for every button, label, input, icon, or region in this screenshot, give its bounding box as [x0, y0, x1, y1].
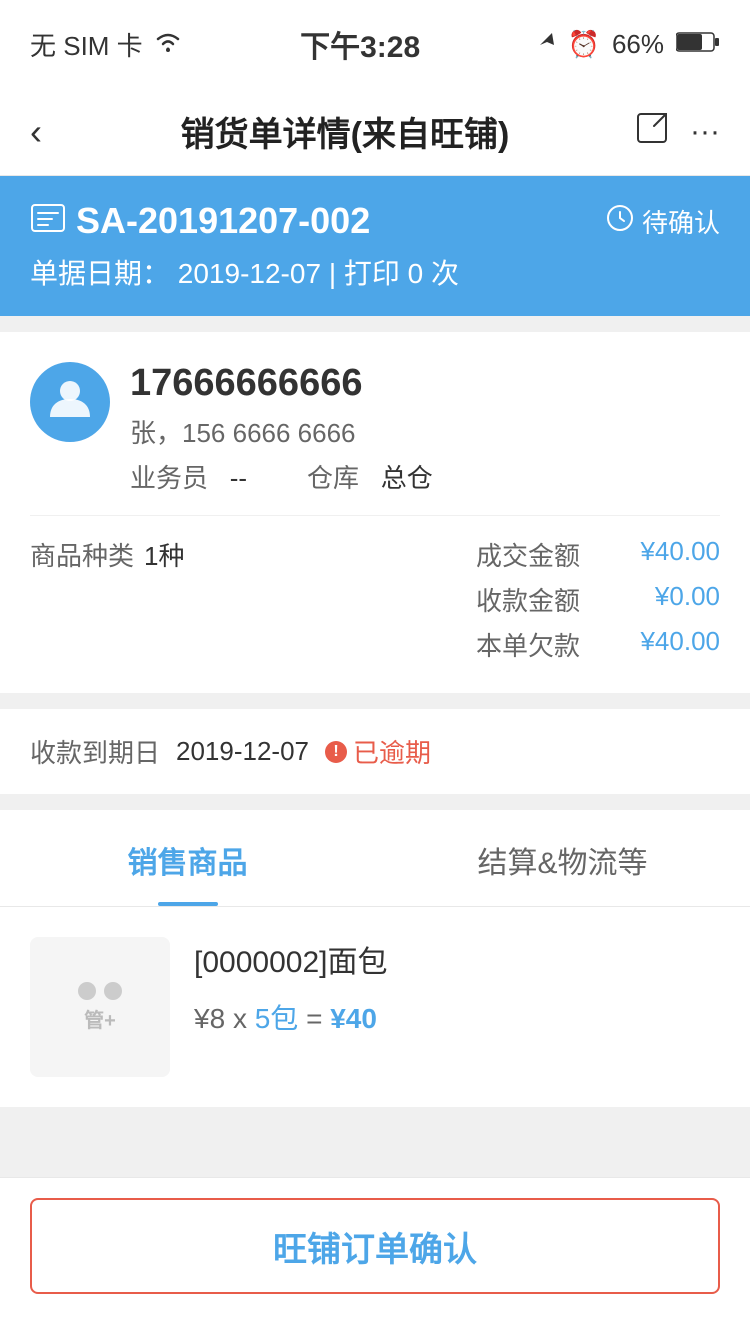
transaction-row: 成交金额 ¥40.00 [476, 536, 720, 573]
battery-text: 66% [612, 29, 664, 60]
brand-text: 管+ [84, 1004, 116, 1033]
received-value: ¥0.00 [600, 581, 720, 618]
customer-card: 17666666666 张，156 6666 6666 业务员 -- 仓库 总仓 [0, 332, 750, 693]
overdue-text: 已逾期 [353, 733, 431, 770]
status-bar: 无 SIM 卡 下午3:28 ⏰ 66% [0, 0, 750, 88]
order-header-top: SA-20191207-002 待确认 [30, 200, 720, 242]
product-item: 管+ [0000002]面包 ¥8 x 5包 = ¥40 [0, 907, 750, 1107]
amounts: 成交金额 ¥40.00 收款金额 ¥0.00 本单欠款 ¥40.00 [476, 536, 720, 663]
brand-logo: 管+ [78, 982, 122, 1033]
order-id-text: SA-20191207-002 [76, 200, 370, 242]
transaction-label: 成交金额 [476, 536, 580, 573]
confirm-button[interactable]: 旺铺订单确认 [30, 1198, 720, 1294]
product-types-value: 1种 [144, 536, 184, 573]
salesperson-info: 业务员 -- [130, 458, 247, 495]
wifi-icon [153, 29, 183, 60]
brand-eyes [78, 982, 122, 1000]
customer-meta: 业务员 -- 仓库 总仓 [130, 458, 720, 495]
tabs-container: 销售商品 结算&物流等 管+ [0000002]面包 ¥8 x 5包 = [0, 810, 750, 1107]
salesperson-value: -- [230, 463, 247, 493]
salesperson-label: 业务员 [130, 463, 208, 493]
order-header: SA-20191207-002 待确认 单据日期： 2019-12-07 | 打… [0, 176, 750, 316]
customer-info: 17666666666 张，156 6666 6666 业务员 -- 仓库 总仓 [130, 362, 720, 495]
battery-icon [676, 29, 720, 60]
divider-1 [30, 515, 720, 516]
product-price: ¥8 x 5包 = ¥40 [194, 997, 720, 1037]
overdue-dot: ! [325, 741, 347, 763]
due-row: 本单欠款 ¥40.00 [476, 626, 720, 663]
page-title: 销货单详情(来自旺铺) [90, 107, 600, 156]
product-details: [0000002]面包 ¥8 x 5包 = ¥40 [194, 937, 720, 1077]
nav-bar: ‹ 销货单详情(来自旺铺) ··· [0, 88, 750, 176]
due-label: 本单欠款 [476, 626, 580, 663]
product-image: 管+ [30, 937, 170, 1077]
transaction-value: ¥40.00 [600, 536, 720, 573]
more-icon[interactable]: ··· [690, 115, 720, 149]
amount-section: 商品种类 1种 成交金额 ¥40.00 收款金额 ¥0.00 本单欠款 ¥40.… [30, 536, 720, 663]
overdue-badge: ! 已逾期 [325, 733, 431, 770]
equals-sign: = [306, 1003, 330, 1034]
due-date-label: 收款到期日 [30, 733, 160, 770]
product-name: [0000002]面包 [194, 937, 720, 981]
received-row: 收款金额 ¥0.00 [476, 581, 720, 618]
customer-avatar [30, 362, 110, 442]
product-types-row: 商品种类 1种 [30, 536, 184, 573]
tabs-header: 销售商品 结算&物流等 [0, 810, 750, 907]
nav-actions: ··· [600, 110, 720, 154]
order-icon [30, 200, 66, 242]
multiply-sign: x [233, 1003, 255, 1034]
warehouse-value: 总仓 [381, 463, 433, 493]
warehouse-label: 仓库 [307, 463, 359, 493]
bottom-action: 旺铺订单确认 [0, 1177, 750, 1334]
due-date-section: 收款到期日 2019-12-07 ! 已逾期 [0, 709, 750, 794]
brand-eye-left [78, 982, 96, 1000]
customer-name: 张，156 6666 6666 [130, 413, 720, 450]
tab-products[interactable]: 销售商品 [0, 810, 375, 906]
alarm-icon: ⏰ [568, 29, 600, 60]
product-types-label: 商品种类 [30, 536, 134, 573]
location-icon [538, 29, 556, 60]
received-label: 收款金额 [476, 581, 580, 618]
carrier-text: 无 SIM 卡 [30, 26, 143, 63]
order-status: 待确认 [606, 203, 720, 240]
product-types-section: 商品种类 1种 [30, 536, 184, 573]
due-date-value: 2019-12-07 [176, 736, 309, 767]
tab-settlement[interactable]: 结算&物流等 [375, 810, 750, 906]
status-left: 无 SIM 卡 [30, 26, 183, 63]
product-total: ¥40 [330, 1003, 377, 1034]
due-value: ¥40.00 [600, 626, 720, 663]
status-text: 待确认 [642, 203, 720, 240]
customer-section: 17666666666 张，156 6666 6666 业务员 -- 仓库 总仓 [30, 362, 720, 495]
clock-icon [606, 204, 634, 239]
order-date-info: 单据日期： 2019-12-07 | 打印 0 次 [30, 252, 720, 292]
order-id: SA-20191207-002 [30, 200, 370, 242]
share-icon[interactable] [634, 110, 670, 154]
status-right: ⏰ 66% [538, 29, 720, 60]
customer-phone: 17666666666 [130, 362, 720, 405]
brand-eye-right [104, 982, 122, 1000]
warehouse-info: 仓库 总仓 [307, 458, 433, 495]
person-icon [46, 373, 94, 431]
price-unit: ¥8 [194, 1003, 225, 1034]
product-qty: 5包 [255, 1003, 299, 1034]
status-time: 下午3:28 [300, 22, 420, 66]
back-button[interactable]: ‹ [30, 111, 90, 153]
